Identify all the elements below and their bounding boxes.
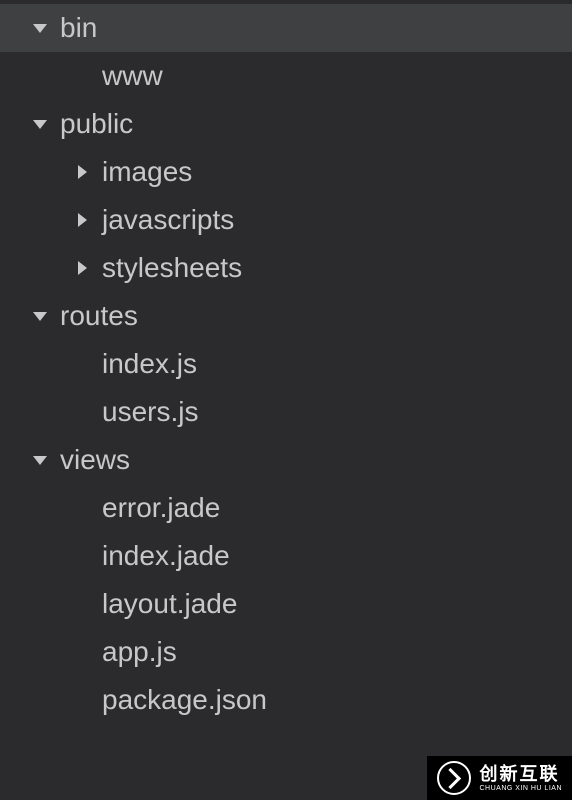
watermark-cn-label: 创新互联	[479, 765, 562, 783]
tree-item-package-json[interactable]: package.json	[0, 676, 572, 724]
folder-toggle-icon	[70, 261, 94, 275]
tree-item-images[interactable]: images	[0, 148, 572, 196]
chevron-right-icon	[78, 165, 87, 179]
tree-item-app-js[interactable]: app.js	[0, 628, 572, 676]
tree-item-label: stylesheets	[102, 252, 242, 284]
tree-item-label: error.jade	[102, 492, 220, 524]
folder-toggle-icon	[28, 456, 52, 465]
tree-item-label: users.js	[102, 396, 198, 428]
tree-item-index-js[interactable]: index.js	[0, 340, 572, 388]
folder-toggle-icon	[28, 120, 52, 129]
watermark-text: 创新互联 CHUANG XIN HU LIAN	[479, 765, 562, 792]
file-tree: binwww public images javascripts stylesheets…	[0, 0, 572, 724]
tree-item-javascripts[interactable]: javascripts	[0, 196, 572, 244]
folder-toggle-icon	[28, 24, 52, 33]
tree-item-layout-jade[interactable]: layout.jade	[0, 580, 572, 628]
tree-item-bin[interactable]: bin	[0, 4, 572, 52]
tree-item-error-jade[interactable]: error.jade	[0, 484, 572, 532]
tree-item-label: routes	[60, 300, 138, 332]
watermark-en-label: CHUANG XIN HU LIAN	[479, 785, 562, 792]
tree-item-index-jade[interactable]: index.jade	[0, 532, 572, 580]
tree-item-label: images	[102, 156, 192, 188]
tree-item-routes[interactable]: routes	[0, 292, 572, 340]
tree-item-label: www	[102, 60, 163, 92]
tree-item-stylesheets[interactable]: stylesheets	[0, 244, 572, 292]
tree-item-label: index.js	[102, 348, 197, 380]
tree-item-label: package.json	[102, 684, 267, 716]
tree-item-public[interactable]: public	[0, 100, 572, 148]
tree-item-label: public	[60, 108, 133, 140]
tree-item-label: javascripts	[102, 204, 234, 236]
tree-item-label: bin	[60, 12, 97, 44]
tree-item-www[interactable]: www	[0, 52, 572, 100]
folder-toggle-icon	[70, 213, 94, 227]
tree-item-label: app.js	[102, 636, 177, 668]
tree-item-label: layout.jade	[102, 588, 237, 620]
chevron-down-icon	[33, 24, 47, 33]
tree-item-label: views	[60, 444, 130, 476]
chevron-down-icon	[33, 456, 47, 465]
chevron-right-icon	[78, 261, 87, 275]
watermark-logo-icon	[437, 761, 471, 795]
chevron-down-icon	[33, 120, 47, 129]
chevron-right-icon	[78, 213, 87, 227]
tree-item-users-js[interactable]: users.js	[0, 388, 572, 436]
folder-toggle-icon	[70, 165, 94, 179]
tree-item-views[interactable]: views	[0, 436, 572, 484]
folder-toggle-icon	[28, 312, 52, 321]
tree-item-label: index.jade	[102, 540, 230, 572]
chevron-down-icon	[33, 312, 47, 321]
watermark: 创新互联 CHUANG XIN HU LIAN	[427, 756, 572, 800]
